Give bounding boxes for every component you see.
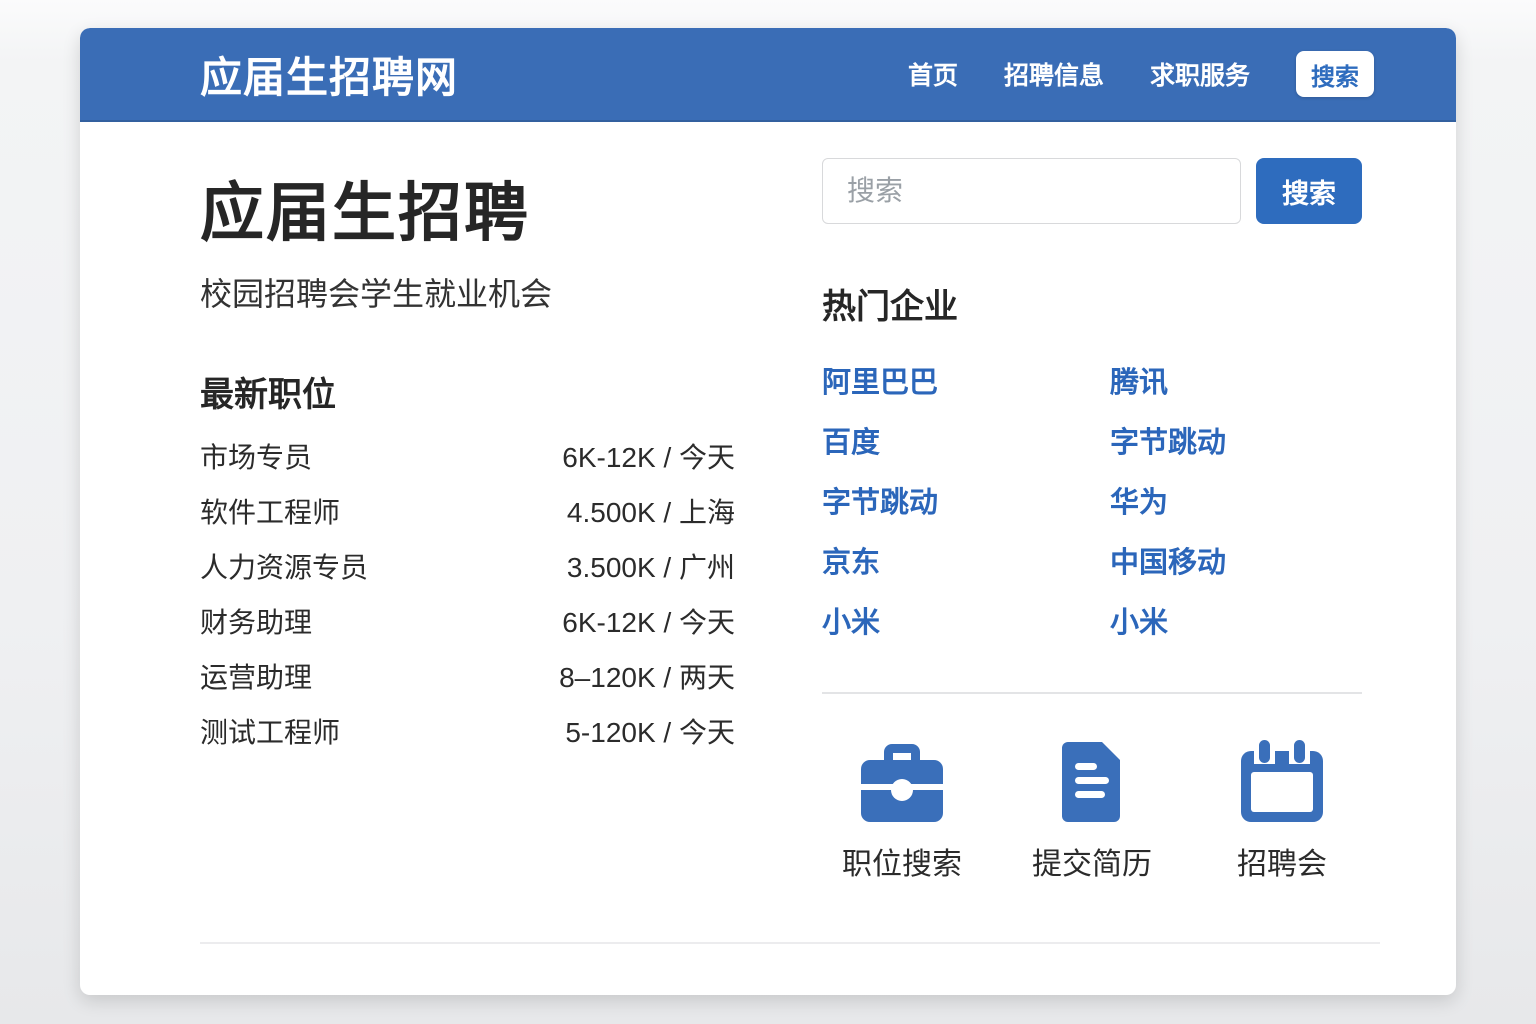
feature-submit-resume[interactable]: 提交简历 <box>1012 738 1172 882</box>
nav-item-home[interactable]: 首页 <box>908 56 958 92</box>
feature-label: 职位搜索 <box>842 848 962 881</box>
company-link-bytedance[interactable]: 字节跳动 <box>1110 426 1362 460</box>
job-salary-location: 6K-12K / 今天 <box>562 441 735 473</box>
job-title: 运营助理 <box>200 661 313 693</box>
job-list: 市场专员 6K-12K / 今天 软件工程师 4.500K / 上海 人力资源专… <box>200 428 735 758</box>
company-link-alibaba[interactable]: 阿里巴巴 <box>822 366 1110 400</box>
company-link-xiaomi-2[interactable]: 小米 <box>1110 606 1362 640</box>
job-salary-location: 8–120K / 两天 <box>559 661 735 693</box>
header-search-button[interactable]: 搜索 <box>1296 51 1374 97</box>
app-header: 应届生招聘网 首页 招聘信息 求职服务 搜索 <box>80 28 1456 122</box>
company-link-baidu[interactable]: 百度 <box>822 426 1110 460</box>
company-grid: 阿里巴巴 腾讯 百度 字节跳动 字节跳动 华为 京东 中国移动 小米 小米 <box>822 366 1362 640</box>
page-title: 应届生招聘 <box>200 177 530 249</box>
companies-divider <box>822 692 1362 694</box>
document-icon <box>1062 742 1120 822</box>
job-title: 财务助理 <box>200 606 313 638</box>
feature-shortcuts: 职位搜索 提交简历 招聘会 <box>822 738 1362 882</box>
company-link-jd[interactable]: 京东 <box>822 546 1110 580</box>
search-input[interactable] <box>822 158 1241 224</box>
job-row[interactable]: 市场专员 6K-12K / 今天 <box>200 428 735 483</box>
job-title: 人力资源专员 <box>200 551 369 583</box>
feature-job-search[interactable]: 职位搜索 <box>822 738 982 882</box>
job-row[interactable]: 测试工程师 5-120K / 今天 <box>200 703 735 758</box>
job-title: 软件工程师 <box>200 496 341 528</box>
right-column: 搜索 热门企业 阿里巴巴 腾讯 百度 字节跳动 字节跳动 华为 京东 中国移动 … <box>822 122 1362 882</box>
company-link-bytedance-2[interactable]: 字节跳动 <box>822 486 1110 520</box>
latest-jobs-heading: 最新职位 <box>200 376 336 414</box>
site-logo-title: 应届生招聘网 <box>200 53 459 101</box>
job-salary-location: 6K-12K / 今天 <box>562 606 735 638</box>
company-link-tencent[interactable]: 腾讯 <box>1110 366 1362 400</box>
page-card: 应届生招聘网 首页 招聘信息 求职服务 搜索 应届生招聘 校园招聘会学生就业机会… <box>80 28 1456 995</box>
job-row[interactable]: 人力资源专员 3.500K / 广州 <box>200 538 735 593</box>
footer-divider <box>200 942 1380 944</box>
job-title: 测试工程师 <box>200 716 341 748</box>
company-link-huawei[interactable]: 华为 <box>1110 486 1362 520</box>
job-row[interactable]: 运营助理 8–120K / 两天 <box>200 648 735 703</box>
job-row[interactable]: 软件工程师 4.500K / 上海 <box>200 483 735 538</box>
page-subtitle: 校园招聘会学生就业机会 <box>200 276 553 312</box>
main-nav: 首页 招聘信息 求职服务 搜索 <box>908 51 1374 97</box>
search-bar: 搜索 <box>822 158 1362 224</box>
company-link-china-mobile[interactable]: 中国移动 <box>1110 546 1362 580</box>
nav-item-job-services[interactable]: 求职服务 <box>1150 56 1250 92</box>
nav-item-job-info[interactable]: 招聘信息 <box>1004 56 1104 92</box>
hot-companies-heading: 热门企业 <box>822 288 958 326</box>
left-column: 应届生招聘 校园招聘会学生就业机会 最新职位 市场专员 6K-12K / 今天 … <box>200 122 735 882</box>
search-button[interactable]: 搜索 <box>1256 158 1362 224</box>
feature-label: 提交简历 <box>1032 848 1152 881</box>
job-salary-location: 4.500K / 上海 <box>566 496 735 528</box>
feature-label: 招聘会 <box>1237 848 1327 881</box>
job-salary-location: 5-120K / 今天 <box>565 716 735 748</box>
job-row[interactable]: 财务助理 6K-12K / 今天 <box>200 593 735 648</box>
company-link-xiaomi[interactable]: 小米 <box>822 606 1110 640</box>
briefcase-icon <box>861 744 943 822</box>
calendar-icon <box>1241 740 1323 822</box>
job-title: 市场专员 <box>200 441 313 473</box>
job-salary-location: 3.500K / 广州 <box>566 551 735 583</box>
feature-job-fair[interactable]: 招聘会 <box>1202 738 1362 882</box>
main-content: 应届生招聘 校园招聘会学生就业机会 最新职位 市场专员 6K-12K / 今天 … <box>80 122 1456 882</box>
